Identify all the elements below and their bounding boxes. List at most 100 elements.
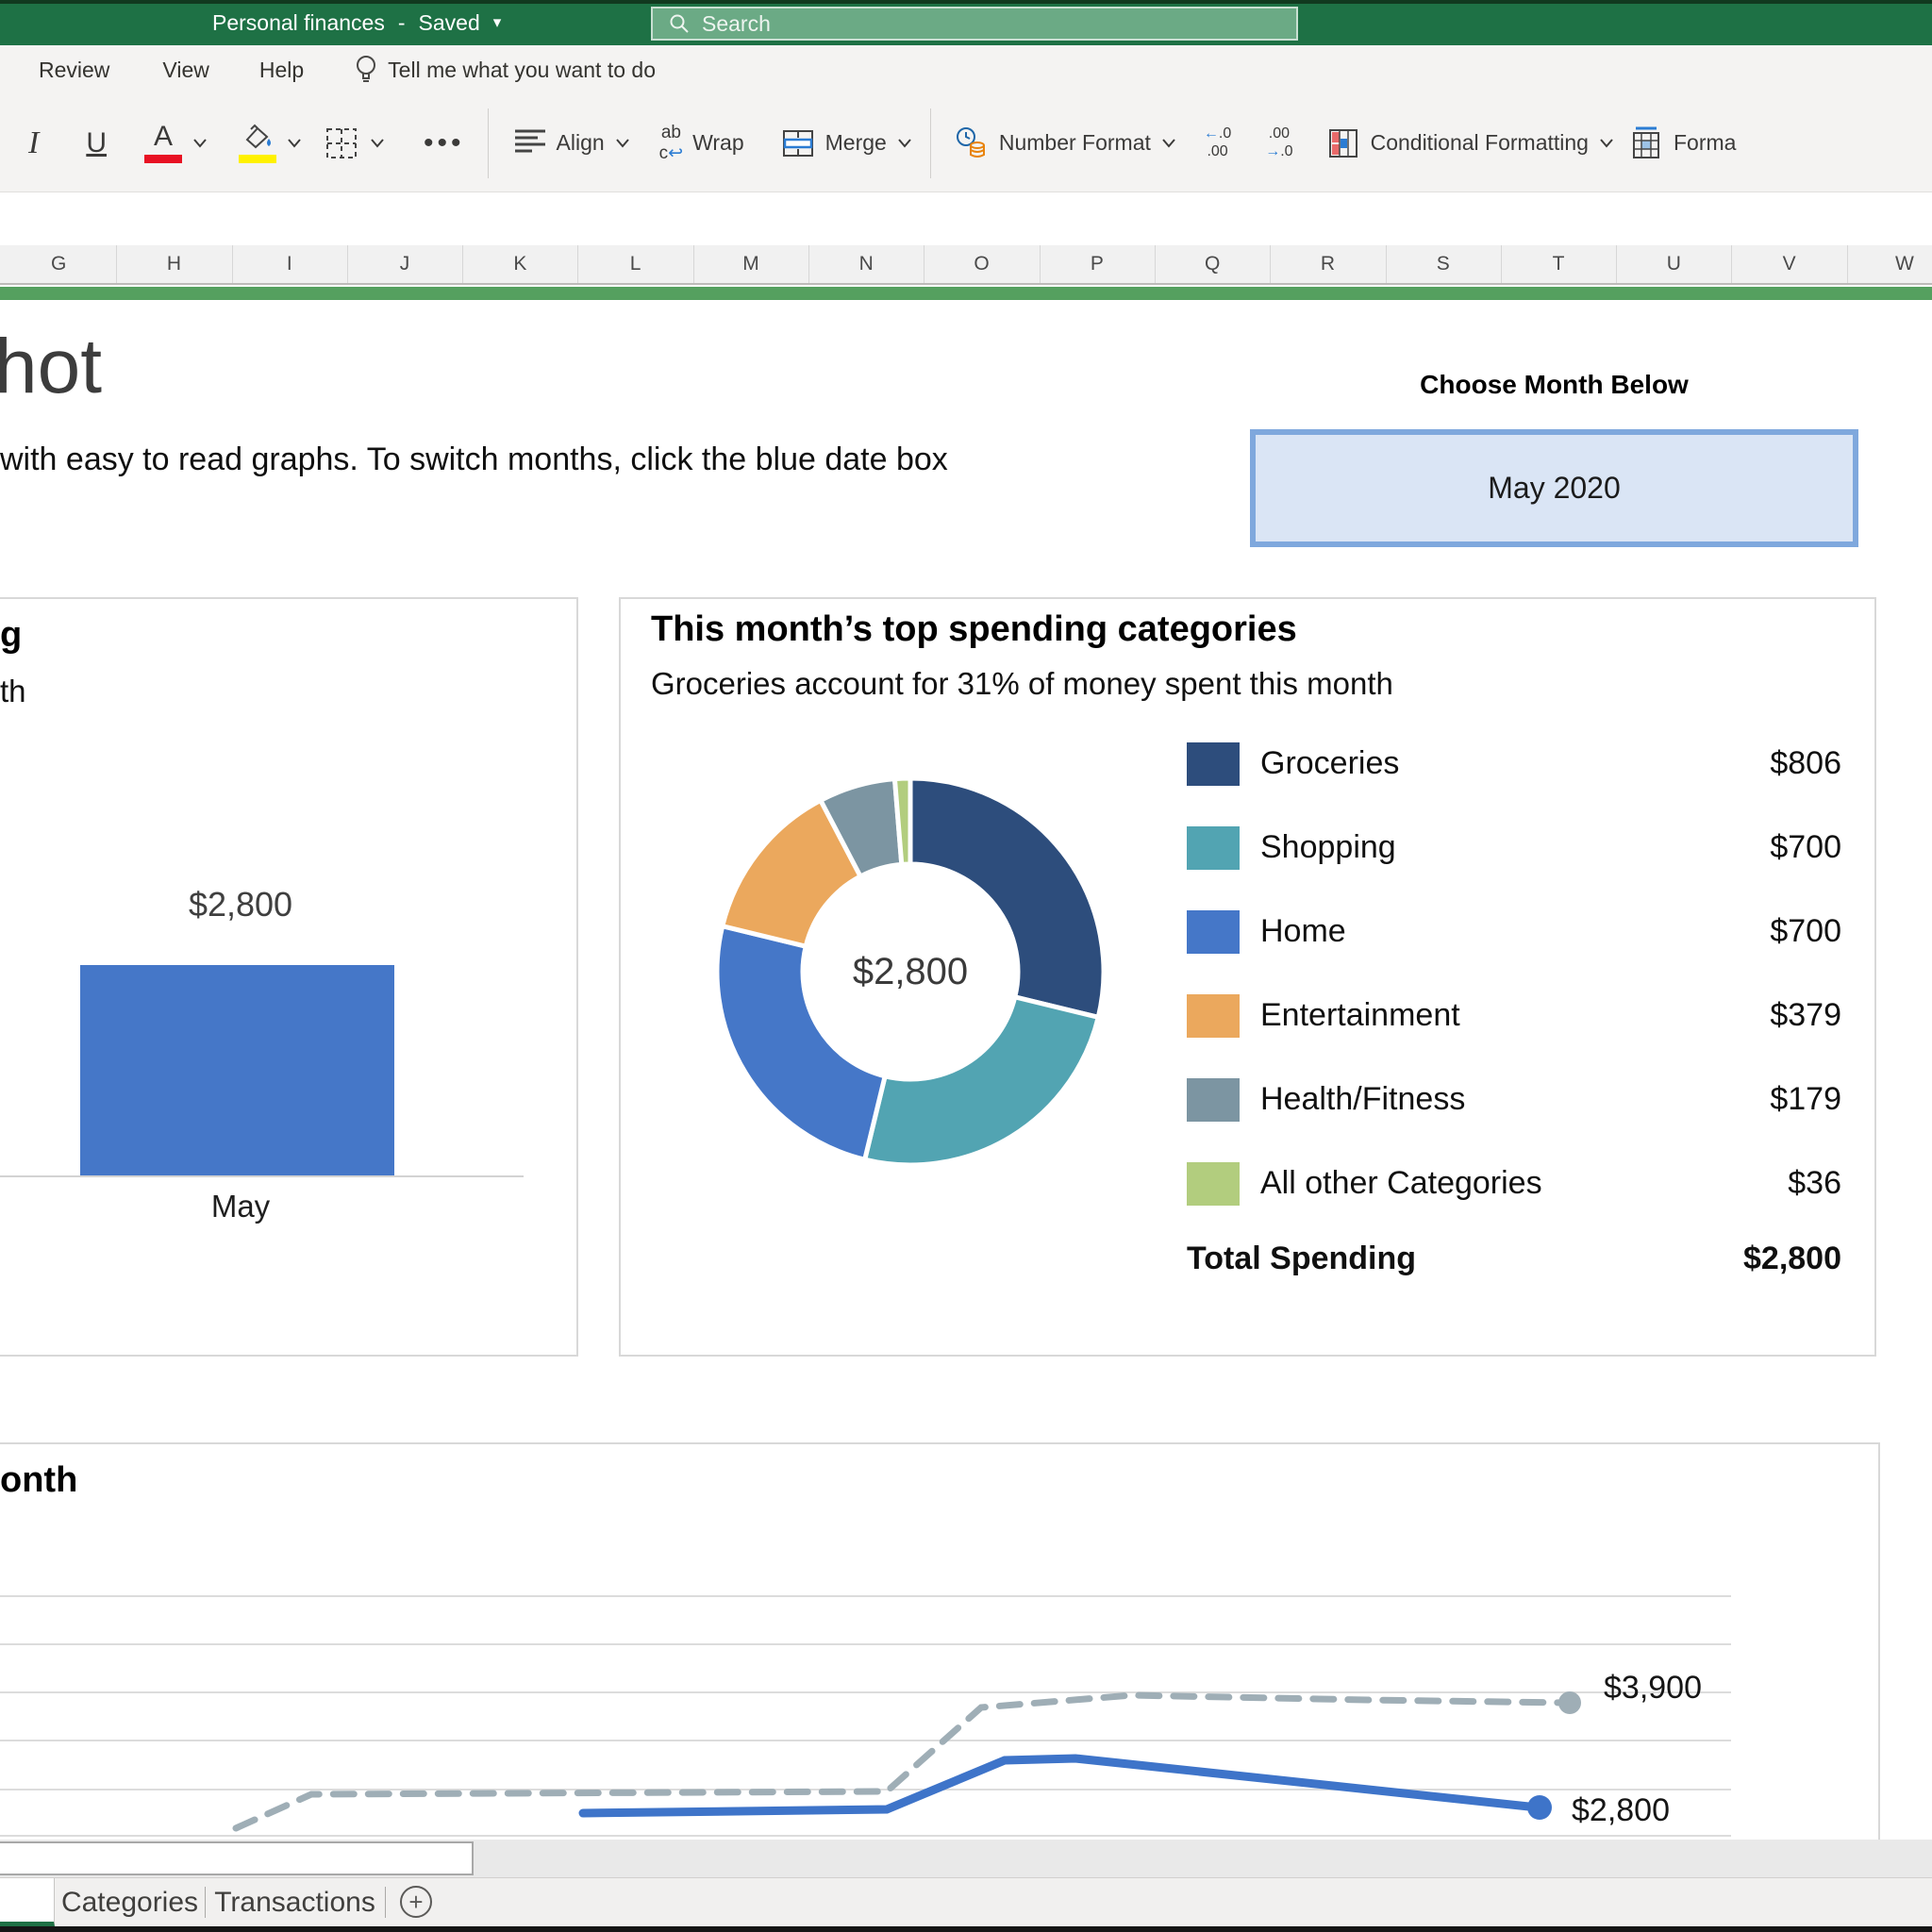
toolbar-align-label: Align — [556, 130, 605, 155]
document-title-group[interactable]: Personal finances - Saved ▾ — [212, 0, 501, 45]
format-table-icon — [1632, 126, 1659, 158]
sheet-tab-transactions[interactable]: Transactions — [212, 1878, 377, 1926]
series-solid-marker — [1527, 1795, 1552, 1820]
toolbar-divider — [929, 108, 931, 178]
tell-me-label: Tell me what you want to do — [388, 57, 656, 82]
search-input[interactable]: Search — [651, 7, 1298, 41]
column-header-J[interactable]: J — [347, 245, 464, 283]
line-chart — [0, 1595, 1731, 1837]
legend-label: Health/Fitness — [1260, 1081, 1466, 1117]
toolbar-conditional-formatting-button[interactable]: Conditional Formatting — [1325, 125, 1615, 161]
toolbar-fill-color-button[interactable] — [239, 123, 303, 163]
toolbar-decrease-decimal-button[interactable]: ←.0.00 — [1204, 125, 1231, 160]
ellipsis-icon: ••• — [424, 126, 465, 158]
legend-swatch-icon — [1187, 910, 1240, 954]
sheet-tab-strip: Categories Transactions + — [0, 1877, 1932, 1926]
toolbar-more-formatting-button[interactable]: ••• — [424, 127, 465, 159]
bar-category-label: May — [210, 1189, 271, 1224]
legend-swatch-icon — [1187, 826, 1240, 870]
legend-row-groceries: Groceries $806 — [1187, 742, 1841, 786]
toolbar-underline-button[interactable]: U — [86, 127, 107, 159]
ribbon-tab-view[interactable]: View — [162, 58, 208, 83]
column-header-W[interactable]: W — [1847, 245, 1932, 283]
series-dashed — [232, 1691, 1570, 1832]
column-header-G[interactable]: G — [1, 245, 118, 283]
tell-me-box[interactable]: Tell me what you want to do — [354, 54, 656, 86]
horizontal-scrollbar-thumb[interactable] — [0, 1841, 474, 1875]
donut-slice-shopping — [861, 993, 1102, 1168]
choose-month-label: Choose Month Below — [1420, 370, 1689, 399]
legend-label: Shopping — [1260, 829, 1396, 865]
active-sheet-tab-stub[interactable] — [0, 1878, 55, 1926]
legend-value: $379 — [1770, 997, 1841, 1033]
toolbar-format-as-table-button[interactable]: Forma — [1628, 125, 1736, 161]
bar-chart-axis — [0, 1175, 524, 1177]
excel-online-window: Personal finances - Saved ▾ Search Revie… — [0, 0, 1932, 1932]
column-header-H[interactable]: H — [116, 245, 233, 283]
document-title: Personal finances — [212, 9, 385, 35]
italic-icon: I — [28, 125, 40, 160]
sheet-tab-categories[interactable]: Categories — [57, 1878, 203, 1926]
toolbar-increase-decimal-button[interactable]: .00 →.0 — [1265, 125, 1292, 160]
donut-center-label: $2,800 — [852, 951, 969, 992]
toolbar-merge-cells-label: Merge — [824, 130, 887, 155]
toolbar-borders-button[interactable] — [324, 125, 386, 161]
sheet-title-fragment: hot — [0, 324, 102, 409]
column-header-M[interactable]: M — [693, 245, 810, 283]
legend-value: $36 — [1788, 1165, 1841, 1201]
toolbar-align-button[interactable]: Align — [511, 125, 631, 161]
column-header-T[interactable]: T — [1501, 245, 1618, 283]
column-header-I[interactable]: I — [232, 245, 348, 283]
legend-row-shopping: Shopping $700 — [1187, 826, 1841, 870]
ribbon-tab-bar: Review View Help Tell me what you want to d… — [0, 45, 1932, 94]
cond-format-icon — [1328, 128, 1357, 158]
title-bar: Personal finances - Saved ▾ Search — [0, 0, 1932, 45]
series-dashed-marker — [1558, 1691, 1581, 1714]
fill-color-icon — [239, 123, 276, 163]
toolbar-font-color-button[interactable]: A — [144, 123, 208, 163]
column-header-Q[interactable]: Q — [1155, 245, 1272, 283]
series-solid — [578, 1754, 1542, 1818]
legend-total-row: Total Spending $2,800 — [1187, 1238, 1841, 1281]
dashed-series-end-label: $3,900 — [1604, 1670, 1702, 1706]
bar-may — [80, 965, 394, 1176]
month-picker-box[interactable]: May 2020 — [1250, 429, 1858, 547]
column-header-L[interactable]: L — [578, 245, 694, 283]
donut-chart-subtitle: Groceries account for 31% of money spent… — [651, 666, 1393, 701]
donut-chart-title: This month’s top spending categories — [651, 609, 1297, 649]
legend-swatch-icon — [1187, 1162, 1240, 1206]
ribbon-tab-help[interactable]: Help — [259, 58, 304, 83]
chevron-down-icon — [371, 138, 384, 148]
column-header-V[interactable]: V — [1732, 245, 1848, 283]
sheet-header-band — [0, 287, 1932, 300]
chevron-down-icon — [898, 138, 911, 148]
column-header-S[interactable]: S — [1386, 245, 1502, 283]
column-header-O[interactable]: O — [924, 245, 1041, 283]
lightbulb-icon — [357, 56, 376, 82]
legend-row-home: Home $700 — [1187, 910, 1841, 954]
toolbar-wrap-text-button[interactable]: ab c↩ Wrap — [659, 123, 744, 164]
column-header-P[interactable]: P — [1040, 245, 1156, 283]
bar-data-label: $2,800 — [188, 885, 293, 924]
legend-label: All other Categories — [1260, 1165, 1542, 1201]
column-header-N[interactable]: N — [808, 245, 925, 283]
add-sheet-button[interactable]: + — [400, 1886, 432, 1918]
column-header-U[interactable]: U — [1616, 245, 1733, 283]
legend-row-health-fitness: Health/Fitness $179 — [1187, 1078, 1841, 1122]
toolbar-merge-cells-button[interactable]: Merge — [780, 125, 913, 161]
toolbar-italic-button[interactable]: I — [28, 125, 39, 161]
legend-value: $179 — [1770, 1081, 1841, 1117]
legend-swatch-icon — [1187, 1078, 1240, 1122]
legend-row-all-other-categories: All other Categories $36 — [1187, 1162, 1841, 1206]
column-headers: GHIJKLMNOPQRSTUVW — [0, 245, 1932, 285]
toolbar-number-format-button[interactable]: Number Format — [954, 125, 1177, 161]
ribbon-tab-review[interactable]: Review — [39, 58, 109, 83]
merge-icon — [782, 129, 813, 157]
legend-value: $700 — [1770, 913, 1841, 949]
legend-label: Home — [1260, 913, 1346, 949]
align-lines-icon — [514, 129, 545, 152]
inc-decimal-icon: .00 →.0 — [1265, 125, 1293, 159]
save-status-caret-icon[interactable]: ▾ — [493, 13, 502, 32]
column-header-K[interactable]: K — [462, 245, 579, 283]
column-header-R[interactable]: R — [1270, 245, 1387, 283]
